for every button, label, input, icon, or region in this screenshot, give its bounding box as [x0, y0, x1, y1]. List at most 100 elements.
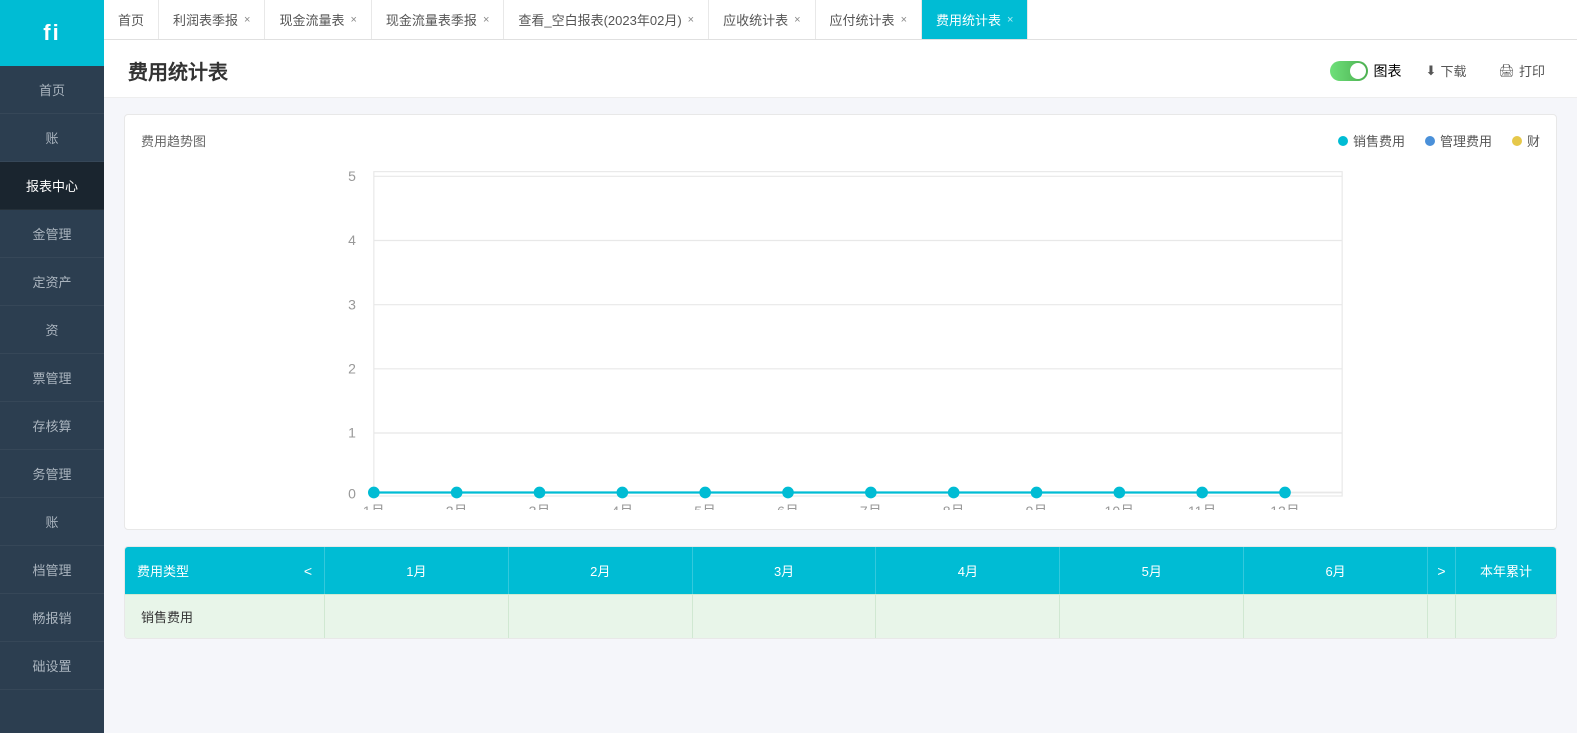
th-month-3: 3月	[693, 547, 877, 594]
next-arrow-icon[interactable]: >	[1437, 563, 1445, 579]
sidebar-item-reports[interactable]: 报表中心	[0, 162, 104, 210]
sidebar-item-sales[interactable]: 畅报销	[0, 594, 104, 642]
svg-text:11月: 11月	[1188, 503, 1217, 510]
sidebar-item-finance[interactable]: 金管理	[0, 210, 104, 258]
chart-toggle-label: 图表	[1374, 61, 1402, 81]
tab-bar: 首页 利润表季报 × 现金流量表 × 现金流量表季报 × 查看_空白报表(202…	[104, 0, 1577, 40]
svg-text:9月: 9月	[1026, 503, 1048, 510]
td-month-4	[876, 595, 1060, 638]
tab-payable-close[interactable]: ×	[901, 14, 907, 26]
svg-text:6月: 6月	[777, 503, 799, 510]
th-next-arrow[interactable]: >	[1428, 547, 1456, 594]
th-type-label: 费用类型	[137, 561, 189, 580]
print-button[interactable]: 🖨 打印	[1490, 57, 1553, 84]
svg-text:1月: 1月	[363, 503, 385, 510]
sidebar-item-accounts[interactable]: 账	[0, 114, 104, 162]
sidebar-item-resources[interactable]: 资	[0, 306, 104, 354]
td-month-3	[693, 595, 877, 638]
main-area: 首页 利润表季报 × 现金流量表 × 现金流量表季报 × 查看_空白报表(202…	[104, 0, 1577, 733]
page-title: 费用统计表	[128, 56, 228, 85]
tab-blank-report[interactable]: 查看_空白报表(2023年02月) ×	[504, 0, 709, 39]
chart-svg: 5 4 3 2 1 0 1月 2月	[141, 160, 1540, 510]
tab-home-label: 首页	[118, 10, 144, 29]
sidebar-item-inventory[interactable]: 存核算	[0, 402, 104, 450]
sidebar-item-invoice[interactable]: 票管理	[0, 354, 104, 402]
tab-cashflow-q-label: 现金流量表季报	[386, 10, 477, 29]
tab-blank-report-close[interactable]: ×	[688, 14, 694, 26]
th-month-5: 5月	[1060, 547, 1244, 594]
tab-payable-label: 应付统计表	[830, 10, 895, 29]
print-icon: 🖨	[1498, 63, 1515, 79]
svg-text:2: 2	[348, 361, 356, 377]
tab-expense-label: 费用统计表	[936, 10, 1001, 29]
svg-text:8月: 8月	[943, 503, 965, 510]
download-button[interactable]: ⬇ 下载	[1418, 57, 1475, 84]
tab-cashflow-label: 现金流量表	[279, 10, 344, 29]
legend-label-sales: 销售费用	[1353, 131, 1405, 150]
svg-text:3: 3	[348, 296, 356, 312]
legend-finance-expense: 财	[1512, 131, 1540, 150]
svg-text:2月: 2月	[446, 503, 468, 510]
tab-expense[interactable]: 费用统计表 ×	[922, 0, 1028, 39]
legend-mgmt-expense: 管理费用	[1425, 131, 1492, 150]
tab-blank-report-label: 查看_空白报表(2023年02月)	[518, 10, 681, 29]
th-month-1: 1月	[325, 547, 509, 594]
tab-cashflow-q-close[interactable]: ×	[483, 14, 489, 26]
tab-profit-label: 利润表季报	[173, 10, 238, 29]
tab-cashflow[interactable]: 现金流量表 ×	[265, 0, 371, 39]
table-row: 销售费用	[125, 594, 1556, 638]
print-label: 打印	[1519, 61, 1545, 80]
sidebar-item-services[interactable]: 务管理	[0, 450, 104, 498]
tab-receivable-label: 应收统计表	[723, 10, 788, 29]
tab-home[interactable]: 首页	[104, 0, 159, 39]
legend-dot-finance	[1512, 136, 1522, 146]
td-nav	[1428, 595, 1456, 638]
td-month-5	[1060, 595, 1244, 638]
chart-toggle[interactable]	[1330, 61, 1368, 81]
svg-text:4: 4	[348, 232, 356, 248]
sidebar-item-archive[interactable]: 档管理	[0, 546, 104, 594]
tab-payable[interactable]: 应付统计表 ×	[816, 0, 922, 39]
table-header-row: 费用类型 < 1月 2月 3月 4月 5月 6月 > 本年累计	[125, 547, 1556, 594]
td-total	[1456, 595, 1556, 638]
th-month-4: 4月	[876, 547, 1060, 594]
sidebar-item-assets[interactable]: 定资产	[0, 258, 104, 306]
legend-dot-mgmt	[1425, 136, 1435, 146]
svg-text:12月: 12月	[1270, 503, 1300, 510]
th-total: 本年累计	[1456, 547, 1556, 594]
th-prev-arrow[interactable]: <	[304, 563, 312, 579]
sidebar-item-settings[interactable]: 础设置	[0, 642, 104, 690]
td-month-2	[509, 595, 693, 638]
svg-text:1: 1	[348, 425, 356, 441]
page-header: 费用统计表 图表 ⬇ 下载 🖨 打印	[104, 40, 1577, 98]
tab-expense-close[interactable]: ×	[1007, 14, 1013, 26]
tab-cashflow-q[interactable]: 现金流量表季报 ×	[372, 0, 504, 39]
chart-svg-wrap: 5 4 3 2 1 0 1月 2月	[141, 160, 1540, 513]
download-icon: ⬇	[1426, 63, 1437, 79]
td-month-6	[1244, 595, 1428, 638]
tab-profit[interactable]: 利润表季报 ×	[159, 0, 265, 39]
th-type: 费用类型 <	[125, 547, 325, 594]
legend-dot-sales	[1338, 136, 1348, 146]
legend-sales-expense: 销售费用	[1338, 131, 1405, 150]
page-actions: 图表 ⬇ 下载 🖨 打印	[1330, 57, 1553, 84]
page-content: 费用统计表 图表 ⬇ 下载 🖨 打印 费用趋势图	[104, 40, 1577, 733]
chart-container: 费用趋势图 销售费用 管理费用 财	[124, 114, 1557, 530]
svg-text:4月: 4月	[611, 503, 633, 510]
chart-title: 费用趋势图	[141, 131, 206, 150]
svg-text:7月: 7月	[860, 503, 882, 510]
tab-profit-close[interactable]: ×	[244, 14, 250, 26]
svg-text:0: 0	[348, 485, 356, 501]
chart-toggle-wrap: 图表	[1330, 61, 1402, 81]
sidebar-item-ledger[interactable]: 账	[0, 498, 104, 546]
legend-label-mgmt: 管理费用	[1440, 131, 1492, 150]
tab-receivable-close[interactable]: ×	[794, 14, 800, 26]
tab-receivable[interactable]: 应收统计表 ×	[709, 0, 815, 39]
svg-text:5月: 5月	[694, 503, 716, 510]
legend-label-finance: 财	[1527, 131, 1540, 150]
svg-text:3月: 3月	[529, 503, 551, 510]
tab-cashflow-close[interactable]: ×	[350, 14, 356, 26]
chart-header: 费用趋势图 销售费用 管理费用 财	[141, 131, 1540, 150]
expense-table: 费用类型 < 1月 2月 3月 4月 5月 6月 > 本年累计 销售费用	[124, 546, 1557, 639]
sidebar-item-home[interactable]: 首页	[0, 66, 104, 114]
